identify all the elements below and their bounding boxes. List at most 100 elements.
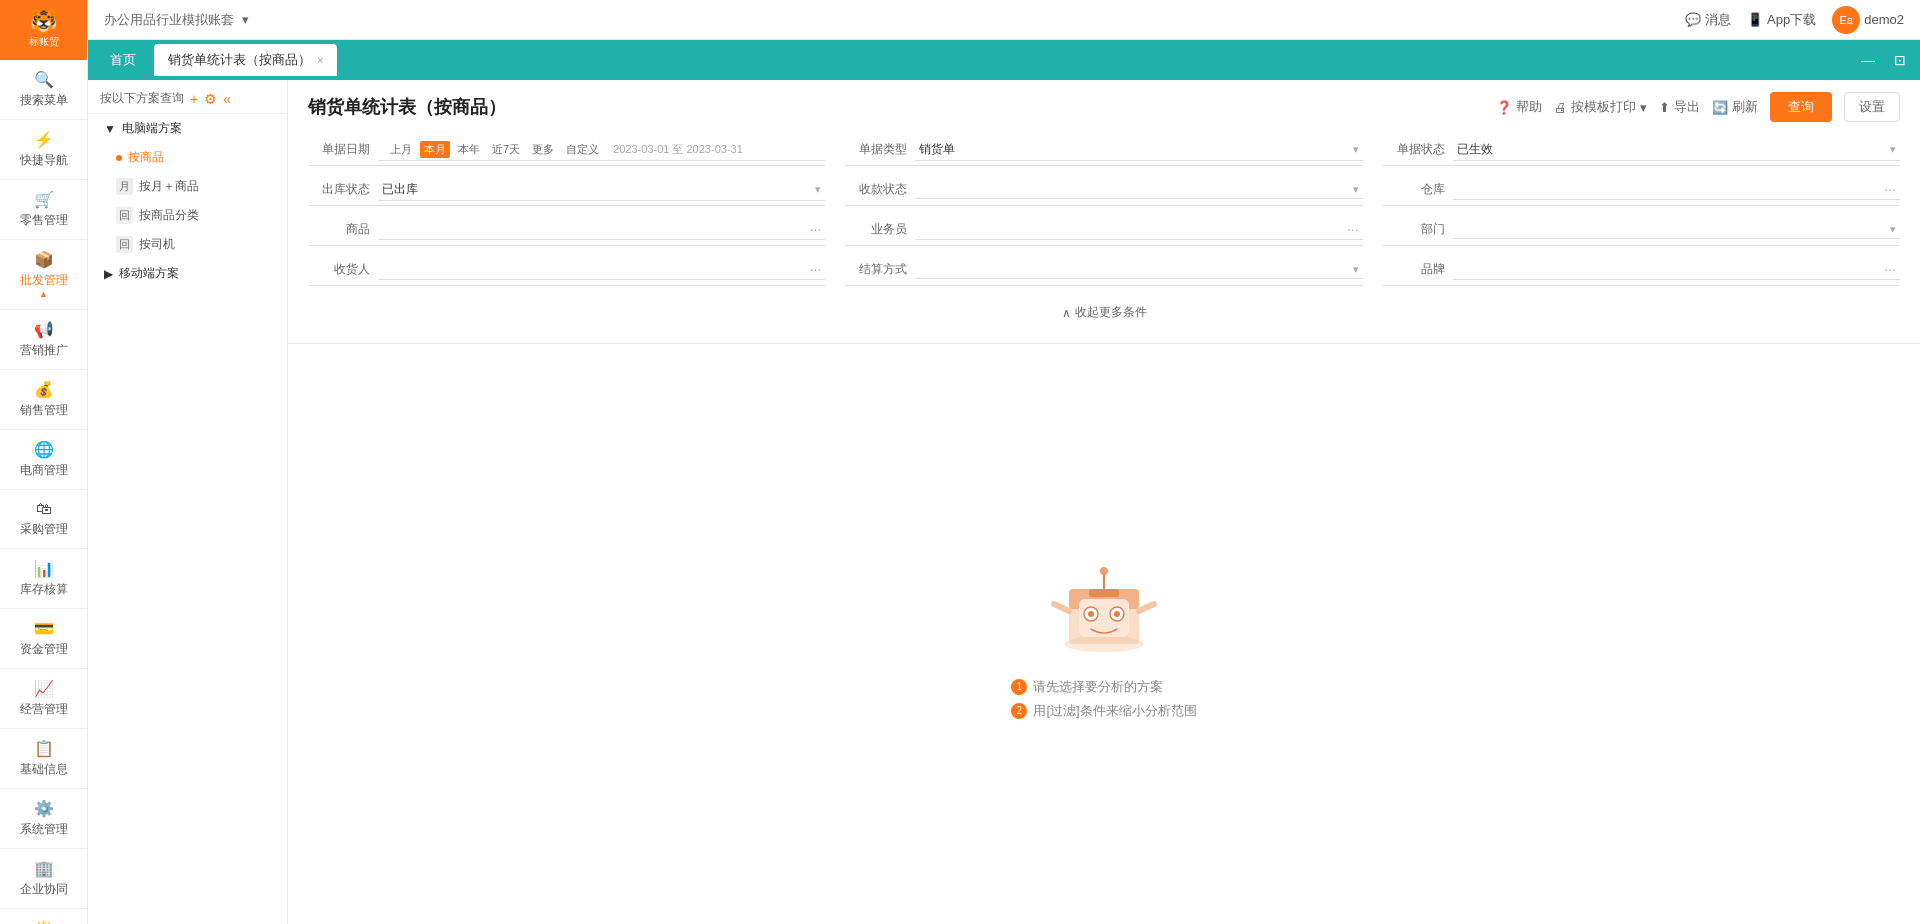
user-menu[interactable]: Ea demo2 — [1832, 6, 1904, 34]
search-icon: 🔍 — [34, 70, 54, 89]
help-btn[interactable]: ❓ 帮助 — [1496, 98, 1542, 116]
sidebar-item-ecommerce[interactable]: 🌐 电商管理 — [0, 430, 88, 490]
brand-label: 品牌 — [1383, 261, 1453, 278]
sidebar-item-newbie[interactable]: 🌟 新手引导 — [0, 909, 88, 924]
breadcrumb-arrow[interactable]: ▾ — [242, 12, 249, 27]
sidebar-item-quick-nav[interactable]: ⚡ 快捷导航 — [0, 120, 88, 180]
avatar: Ea — [1832, 6, 1860, 34]
inventory-icon: 📊 — [34, 559, 54, 578]
collect-label: 收款状态 — [845, 181, 915, 198]
filter-payment: 结算方式 ▾ — [845, 254, 1362, 286]
filter-area: 单据日期 上月 本月 本年 近7天 更多 自定义 20 — [308, 134, 1900, 343]
sidebar-item-purchase[interactable]: 🛍 采购管理 — [0, 490, 88, 549]
purchase-icon: 🛍 — [36, 500, 52, 518]
app-download-btn[interactable]: 📱 App下载 — [1747, 11, 1816, 29]
receiver-more-icon[interactable]: ··· — [810, 261, 822, 277]
tab-close-icon[interactable]: × — [317, 54, 323, 66]
sidebar-item-system[interactable]: ⚙️ 系统管理 — [0, 789, 88, 849]
empty-state: 1 请先选择要分析的方案 2 用[过滤]条件来缩小分析范围 — [288, 344, 1920, 924]
staff-more-icon[interactable]: ··· — [1347, 221, 1359, 237]
tip-1-text: 请先选择要分析的方案 — [1033, 678, 1163, 696]
tip-2-num: 2 — [1011, 703, 1027, 719]
brand-more-icon[interactable]: ··· — [1884, 261, 1896, 277]
template-print-btn[interactable]: 🖨 按模板打印 ▾ — [1554, 98, 1647, 116]
date-shortcut-more[interactable]: 更多 — [528, 141, 558, 158]
date-shortcut-7days[interactable]: 近7天 — [488, 141, 524, 158]
collapse-panel-btn[interactable]: « — [223, 91, 231, 107]
export-icon: ⬆ — [1659, 100, 1670, 115]
status-label: 单据状态 — [1383, 141, 1453, 158]
refresh-btn[interactable]: 🔄 刷新 — [1712, 98, 1758, 116]
tree-item-by-category[interactable]: 回 按商品分类 — [88, 201, 287, 230]
print-icon: 🖨 — [1554, 100, 1567, 115]
sidebar-item-search[interactable]: 🔍 搜索菜单 — [0, 60, 88, 120]
query-button[interactable]: 查询 — [1770, 92, 1832, 122]
sales-icon: 💰 — [34, 380, 54, 399]
tree-collapsed-icon: ▶ — [104, 267, 113, 281]
message-btn[interactable]: 💬 消息 — [1685, 11, 1731, 29]
warehouse-more-icon[interactable]: ··· — [1884, 181, 1896, 197]
add-scheme-btn[interactable]: + — [190, 91, 198, 107]
goods-more-icon[interactable]: ··· — [810, 221, 822, 237]
collapse-filter-btn[interactable]: ∧ 收起更多条件 — [1056, 298, 1153, 327]
sidebar-item-wholesale[interactable]: 📦 批发管理 ▲ — [0, 240, 88, 310]
sidebar-item-enterprise[interactable]: 🏢 企业协同 — [0, 849, 88, 909]
date-shortcut-this-year[interactable]: 本年 — [454, 141, 484, 158]
export-btn[interactable]: ⬆ 导出 — [1659, 98, 1700, 116]
sidebar-item-retail[interactable]: 🛒 零售管理 — [0, 180, 88, 240]
filter-receiver: 收货人 ··· — [308, 254, 825, 286]
warehouse-label: 仓库 — [1383, 181, 1453, 198]
sidebar-item-operation[interactable]: 📈 经营管理 — [0, 669, 88, 729]
main-area: 办公用品行业模拟账套 ▾ 💬 消息 📱 App下载 Ea demo2 首页 — [88, 0, 1920, 924]
basic-icon: 📋 — [34, 739, 54, 758]
empty-tip-1: 1 请先选择要分析的方案 — [1011, 678, 1196, 696]
date-shortcut-this-month[interactable]: 本月 — [420, 141, 450, 158]
print-arrow: ▾ — [1640, 100, 1647, 115]
collect-dropdown-icon[interactable]: ▾ — [1353, 183, 1359, 196]
sidebar-item-sales[interactable]: 💰 销售管理 — [0, 370, 88, 430]
svg-line-12 — [1139, 604, 1154, 611]
tree-item-by-product[interactable]: 按商品 — [88, 143, 287, 172]
settings-button[interactable]: 设置 — [1844, 92, 1900, 122]
filter-warehouse: 仓库 ··· — [1383, 174, 1900, 206]
tab-home[interactable]: 首页 — [96, 44, 150, 76]
header-left: 办公用品行业模拟账套 ▾ — [104, 11, 249, 29]
sidebar-item-basic[interactable]: 📋 基础信息 — [0, 729, 88, 789]
logo: 🐯 标账贸 — [0, 0, 88, 60]
date-shortcut-custom[interactable]: 自定义 — [562, 141, 603, 158]
tab-minimize-btn[interactable]: — — [1856, 48, 1880, 72]
scheme-settings-btn[interactable]: ⚙ — [204, 91, 217, 107]
payment-dropdown-icon[interactable]: ▾ — [1353, 263, 1359, 276]
sidebar-item-finance[interactable]: 💳 资金管理 — [0, 609, 88, 669]
wholesale-icon: 📦 — [34, 250, 54, 269]
tree-item-desktop[interactable]: ▼ 电脑端方案 — [88, 114, 287, 143]
filter-out-status: 出库状态 已出库 ▾ — [308, 174, 825, 206]
phone-icon: 📱 — [1747, 12, 1763, 27]
out-status-value: 已出库 — [382, 181, 815, 198]
help-icon: ❓ — [1496, 100, 1512, 115]
filter-status: 单据状态 已生效 ▾ — [1383, 134, 1900, 166]
left-panel-title: 按以下方案查询 — [100, 90, 184, 107]
tree-item-by-month-product[interactable]: 月 按月＋商品 — [88, 172, 287, 201]
top-header: 办公用品行业模拟账套 ▾ 💬 消息 📱 App下载 Ea demo2 — [88, 0, 1920, 40]
type-dropdown-icon[interactable]: ▾ — [1353, 143, 1359, 156]
dept-dropdown-icon[interactable]: ▾ — [1890, 223, 1896, 236]
collapse-icon: ∧ — [1062, 306, 1071, 320]
date-shortcut-last-month[interactable]: 上月 — [386, 141, 416, 158]
tab-active[interactable]: 销货单统计表（按商品） × — [154, 44, 337, 76]
date-label: 单据日期 — [308, 141, 378, 158]
out-status-dropdown-icon[interactable]: ▾ — [815, 183, 821, 196]
category-icon: 回 — [116, 207, 133, 224]
tab-maximize-btn[interactable]: ⊡ — [1888, 48, 1912, 72]
ecommerce-icon: 🌐 — [34, 440, 54, 459]
empty-tip-2: 2 用[过滤]条件来缩小分析范围 — [1011, 702, 1196, 720]
breadcrumb-text: 办公用品行业模拟账套 — [104, 11, 234, 29]
svg-line-11 — [1054, 604, 1069, 611]
sidebar-item-marketing[interactable]: 📢 营销推广 — [0, 310, 88, 370]
logo-icon: 🐯 — [30, 11, 57, 33]
active-dot — [116, 155, 122, 161]
tree-item-mobile[interactable]: ▶ 移动端方案 — [88, 259, 287, 288]
tree-item-by-cashier[interactable]: 回 按司机 — [88, 230, 287, 259]
status-dropdown-icon[interactable]: ▾ — [1890, 143, 1896, 156]
sidebar-item-inventory[interactable]: 📊 库存核算 — [0, 549, 88, 609]
